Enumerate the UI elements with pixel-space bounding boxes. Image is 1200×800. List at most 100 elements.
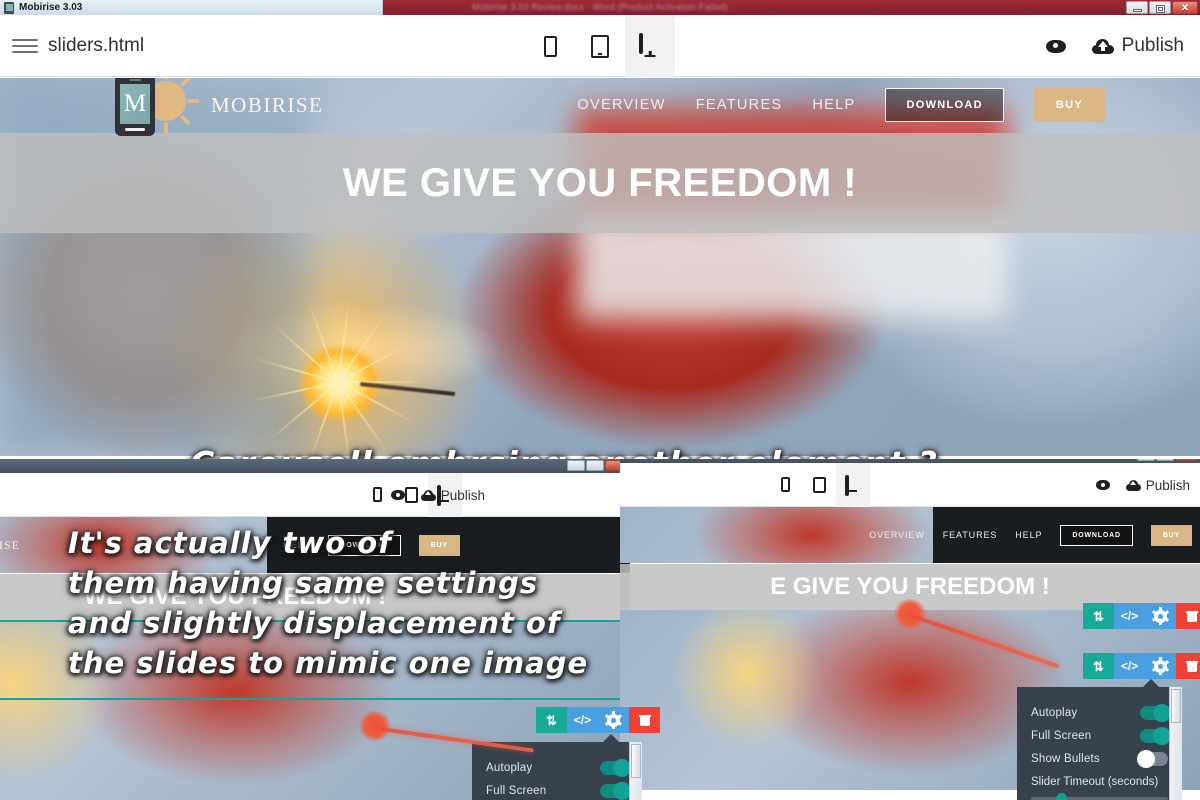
sub-left-headline: WE GIVE YOU FREEDOM ! — [83, 583, 387, 610]
setting-row-fullscreen[interactable]: Full Screen — [1017, 724, 1182, 747]
window-controls[interactable]: ✕ — [1126, 1, 1198, 14]
device-mobile-button[interactable] — [525, 15, 575, 77]
move-block-button[interactable]: ⇅ — [1083, 653, 1114, 679]
nested-screenshot-region: Publish RISE OVERVIEW FEATURES HELP DOWN… — [0, 459, 1200, 800]
publish-button[interactable]: Publish — [1091, 35, 1184, 57]
delete-block-button[interactable] — [629, 707, 660, 733]
nav-link-features[interactable]: FEATURES — [696, 97, 783, 113]
showbullets-toggle[interactable] — [1137, 749, 1168, 768]
sub-right-publish-button[interactable]: Publish — [1125, 478, 1190, 493]
sub-left-minimize-button[interactable] — [567, 460, 585, 471]
move-updown-icon: ⇅ — [546, 712, 557, 728]
fullscreen-label: Full Screen — [486, 784, 547, 797]
brand-name: MOBIRISE — [211, 92, 324, 117]
sub-left-headline-band: WE GIVE YOU FREEDOM ! — [0, 574, 630, 620]
sub-left-device-mobile[interactable] — [360, 473, 394, 517]
gear-icon — [1151, 657, 1170, 675]
toolbar-actions: Publish — [1045, 15, 1184, 77]
block-toolbar-left[interactable]: ⇅ </> — [536, 707, 660, 733]
eye-icon[interactable] — [1095, 480, 1110, 490]
edit-code-button[interactable]: </> — [1114, 603, 1145, 629]
sub-right-actions: Publish — [1095, 463, 1190, 507]
sub-right-download-button[interactable]: DOWNLOAD — [1060, 524, 1133, 546]
sub-left-download-button[interactable]: DOWNLOAD — [328, 534, 401, 556]
sub-left-nav-features[interactable]: FEATURES — [211, 540, 266, 550]
move-block-button[interactable]: ⇅ — [536, 707, 567, 733]
slider-thumb[interactable] — [1055, 793, 1067, 800]
brand-logo[interactable]: M MOBIRISE — [115, 78, 323, 136]
sub-right-nav-features[interactable]: FEATURES — [943, 530, 998, 540]
sub-right-toolbar: Publish — [620, 462, 1200, 507]
slider-settings-panel-left[interactable]: Autoplay Full Screen Show Bullets Slider… — [472, 734, 642, 800]
close-button[interactable]: ✕ — [1172, 1, 1198, 14]
sub-right-device-mobile[interactable] — [768, 463, 802, 507]
headline-band: WE GIVE YOU FREEDOM ! — [0, 133, 1200, 233]
device-tablet-button[interactable] — [575, 15, 625, 77]
sub-right-nav[interactable]: OVERVIEW FEATURES HELP DOWNLOAD BUY — [869, 507, 1192, 563]
delete-block-button[interactable] — [1176, 653, 1200, 679]
panel-scrollbar-left[interactable] — [629, 742, 642, 800]
minimize-button[interactable] — [1126, 1, 1148, 14]
fullscreen-toggle[interactable] — [1140, 726, 1171, 745]
maximize-button[interactable] — [1149, 1, 1171, 14]
block-settings-button[interactable] — [1145, 603, 1176, 629]
sub-right-maximize-button[interactable] — [1156, 459, 1174, 461]
setting-row-autoplay[interactable]: Autoplay — [1017, 701, 1182, 724]
slider-settings-panel-right[interactable]: Autoplay Full Screen Show Bullets Slider… — [1017, 679, 1182, 800]
arrow-origin-right — [893, 599, 927, 629]
sub-left-nav[interactable]: OVERVIEW FEATURES HELP DOWNLOAD BUY — [137, 517, 460, 573]
sub-left-nav-overview[interactable]: OVERVIEW — [137, 540, 193, 550]
sub-right-nav-help[interactable]: HELP — [1015, 530, 1042, 540]
sub-right-device-switcher[interactable] — [768, 462, 870, 507]
phone-icon — [780, 477, 790, 492]
eye-icon[interactable] — [1045, 39, 1066, 53]
edit-code-button[interactable]: </> — [567, 707, 598, 733]
sub-right-close-button[interactable] — [1175, 459, 1197, 461]
sub-right-minimize-button[interactable] — [1137, 459, 1155, 461]
gear-icon — [1151, 607, 1170, 625]
delete-block-button[interactable] — [1176, 603, 1200, 629]
block-toolbar-right-top[interactable]: ⇅ </> — [1083, 603, 1200, 629]
sub-left-nav-help[interactable]: HELP — [283, 540, 310, 550]
setting-row-autoplay[interactable]: Autoplay — [472, 756, 642, 779]
document-name: sliders.html — [48, 34, 145, 56]
device-desktop-button[interactable] — [625, 15, 675, 77]
block-toolbar-right-bottom[interactable]: ⇅ </> — [1083, 653, 1200, 679]
fullscreen-toggle[interactable] — [600, 781, 631, 800]
nav-link-overview[interactable]: OVERVIEW — [577, 97, 665, 113]
nav-link-help[interactable]: HELP — [812, 97, 855, 113]
device-switcher[interactable] — [525, 15, 675, 77]
autoplay-toggle[interactable] — [600, 758, 631, 777]
autoplay-toggle[interactable] — [1140, 703, 1171, 722]
move-block-button[interactable]: ⇅ — [1083, 603, 1114, 629]
website-canvas[interactable]: M MOBIRISE OVERVIEW FEATURES HELP DOWNLO… — [0, 78, 1200, 800]
panel-scrollbar-right[interactable] — [1169, 687, 1182, 800]
sub-left-publish-button[interactable]: Publish — [420, 488, 485, 503]
hamburger-menu-icon[interactable] — [12, 36, 38, 56]
publish-label: Publish — [1121, 35, 1184, 56]
phone-icon — [372, 487, 382, 502]
sub-right-window-controls[interactable] — [1137, 459, 1197, 461]
buy-button[interactable]: BUY — [1033, 88, 1105, 122]
sub-right-device-desktop[interactable] — [836, 462, 870, 507]
download-button[interactable]: DOWNLOAD — [885, 88, 1004, 122]
sub-right-nav-overview[interactable]: OVERVIEW — [869, 530, 925, 540]
arrow-origin-left — [358, 711, 392, 741]
sub-left-buy-button[interactable]: BUY — [418, 534, 460, 556]
setting-row-fullscreen[interactable]: Full Screen — [472, 779, 642, 800]
setting-row-showbullets[interactable]: Show Bullets — [1017, 747, 1182, 770]
scrollbar-thumb[interactable] — [631, 744, 641, 778]
sub-right-buy-button[interactable]: BUY — [1150, 524, 1192, 546]
block-settings-button[interactable] — [598, 707, 629, 733]
app-title: Mobirise 3.03 — [19, 2, 83, 13]
site-navbar[interactable]: M MOBIRISE OVERVIEW FEATURES HELP DOWNLO… — [0, 78, 1200, 136]
block-settings-button[interactable] — [1145, 653, 1176, 679]
sub-left-window-controls[interactable] — [567, 460, 627, 471]
sub-right-device-tablet[interactable] — [802, 463, 836, 507]
site-nav-links[interactable]: OVERVIEW FEATURES HELP DOWNLOAD BUY — [577, 78, 1105, 132]
edit-code-button[interactable]: </> — [1114, 653, 1145, 679]
scrollbar-thumb[interactable] — [1171, 689, 1181, 723]
eye-icon[interactable] — [390, 490, 405, 500]
sub-left-hero: RISE OVERVIEW FEATURES HELP DOWNLOAD BUY — [0, 517, 630, 573]
sub-left-maximize-button[interactable] — [586, 460, 604, 471]
